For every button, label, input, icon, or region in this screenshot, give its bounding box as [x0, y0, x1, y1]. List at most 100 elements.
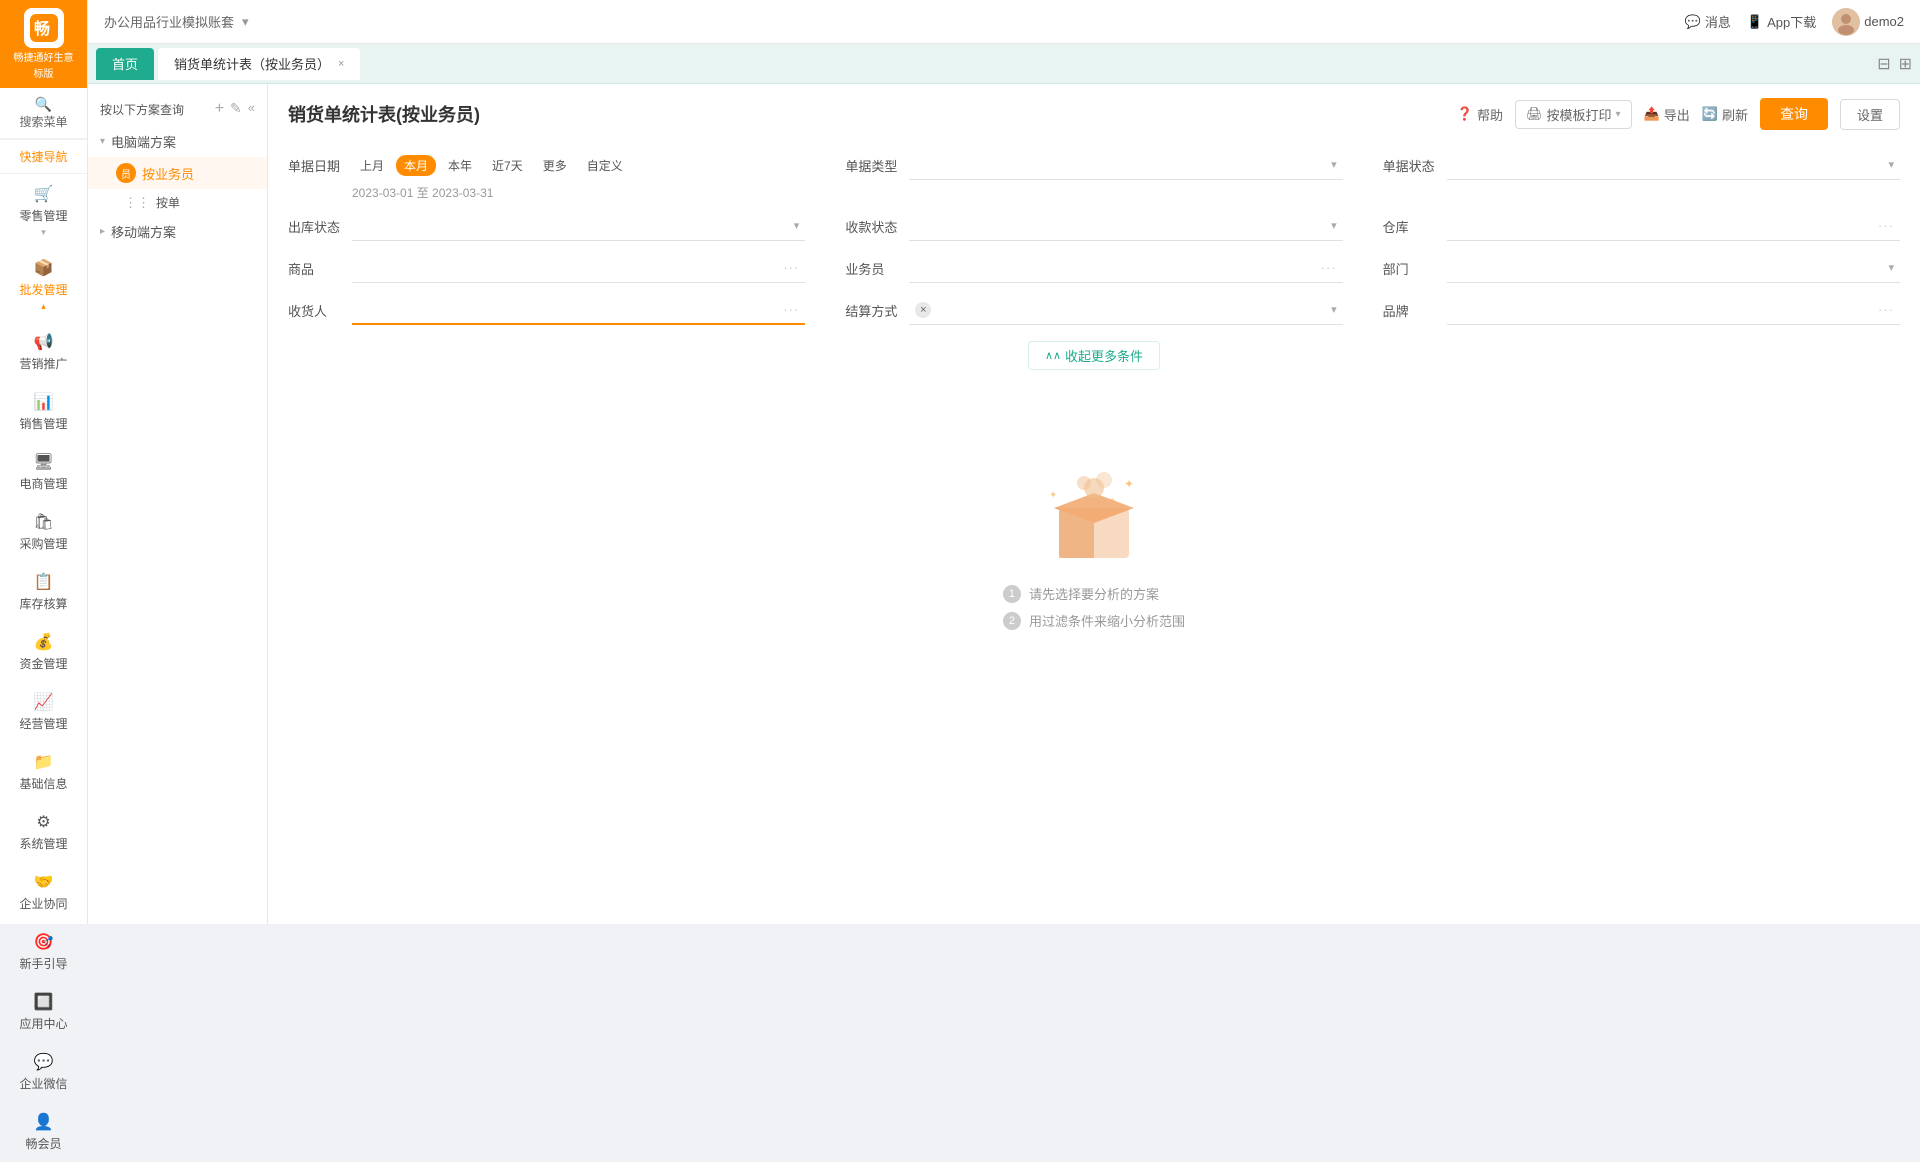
- message-btn[interactable]: 💬 消息: [1685, 12, 1731, 31]
- wechat-icon: 💬: [34, 1052, 54, 1072]
- pay-status-select[interactable]: ▾: [909, 211, 1342, 241]
- active-plan-icon: 员: [116, 163, 136, 183]
- salesman-filter-cell: 业务员 ···: [825, 253, 1362, 283]
- sidebar-item-system[interactable]: ⚙ 系统管理: [0, 802, 87, 862]
- sidebar-item-marketing[interactable]: 📢 营销推广: [0, 322, 87, 382]
- app-name: 畅捷通好生意: [14, 52, 74, 65]
- page-actions: ❓ 帮助 🖨 按模板打印 ▾ 📤 导出 🔄 刷新: [1457, 98, 1900, 130]
- sidebar-item-operation[interactable]: 📈 经营管理: [0, 682, 87, 742]
- date-custom[interactable]: 自定义: [579, 155, 631, 176]
- collapse-row: ∧∧ 收起更多条件: [288, 333, 1900, 378]
- date-this-year[interactable]: 本年: [440, 155, 480, 176]
- edit-plan-btn[interactable]: ✎: [230, 100, 242, 118]
- finance-icon: 💰: [34, 632, 54, 652]
- filter-section: 单据日期 上月 本月 本年 近7天 更多 自定义 单据类型: [268, 140, 1920, 388]
- left-panel: 按以下方案查询 + ✎ « ▾ 电脑端方案 员 按业务员 ⋮⋮: [88, 84, 268, 924]
- date-this-month[interactable]: 本月: [396, 155, 436, 176]
- plan-group-desktop-header[interactable]: ▾ 电脑端方案: [88, 126, 267, 157]
- tab-minimize-icon[interactable]: ⊟: [1877, 54, 1890, 74]
- collapse-panel-btn[interactable]: «: [248, 100, 255, 118]
- tabbar: 首页 销货单统计表（按业务员） × ⊟ ⊞: [88, 44, 1920, 84]
- doc-status-label: 单据状态: [1383, 156, 1439, 175]
- app-subtitle: 标版: [34, 65, 54, 80]
- sidebar-item-sales[interactable]: 📊 销售管理: [0, 382, 87, 442]
- plan-item-by-order[interactable]: ⋮⋮ 按单: [88, 189, 267, 216]
- receiver-input[interactable]: ···: [352, 295, 805, 325]
- goods-select[interactable]: ···: [352, 253, 805, 283]
- receiver-dots: ···: [783, 302, 799, 317]
- sidebar-item-ecommerce[interactable]: 🖥 电商管理: [0, 442, 87, 502]
- goods-dots: ···: [783, 260, 799, 275]
- date-last-7[interactable]: 近7天: [484, 155, 531, 176]
- sidebar-item-purchase[interactable]: 🛍 采购管理: [0, 502, 87, 562]
- quick-nav[interactable]: 快捷导航: [0, 139, 87, 174]
- member-icon: 👤: [34, 1112, 54, 1132]
- sidebar-item-retail[interactable]: 🛒 零售管理 ▾: [0, 174, 87, 248]
- brand-select[interactable]: ···: [1447, 295, 1900, 325]
- sidebar-item-finance[interactable]: 💰 资金管理: [0, 622, 87, 682]
- search-menu[interactable]: 🔍 搜索菜单: [0, 88, 87, 139]
- left-panel-title: 按以下方案查询: [100, 101, 184, 118]
- plan-group-mobile: ▸ 移动端方案: [88, 216, 267, 247]
- plan-group-desktop: ▾ 电脑端方案 员 按业务员 ⋮⋮ 按单: [88, 126, 267, 216]
- salesman-label: 业务员: [845, 259, 901, 278]
- app-logo[interactable]: 畅 畅捷通好生意 标版: [0, 0, 87, 88]
- app-download-btn[interactable]: 📱 App下载: [1747, 12, 1816, 31]
- print-btn[interactable]: 🖨 按模板打印 ▾: [1515, 100, 1632, 129]
- enterprise-icon: 🤝: [34, 872, 54, 892]
- sidebar-item-enterprise[interactable]: 🤝 企业协同: [0, 862, 87, 922]
- breadcrumb-dropdown-icon[interactable]: ▾: [242, 14, 249, 30]
- pay-status-dropdown-icon: ▾: [1331, 219, 1337, 232]
- sidebar-item-wholesale[interactable]: 📦 批发管理 ▴: [0, 248, 87, 322]
- tab-sales-stat[interactable]: 销货单统计表（按业务员） ×: [158, 48, 360, 80]
- add-plan-btn[interactable]: +: [215, 100, 224, 118]
- content-area: 按以下方案查询 + ✎ « ▾ 电脑端方案 员 按业务员 ⋮⋮: [88, 84, 1920, 924]
- tabbar-expand: ⊟ ⊞: [1877, 54, 1912, 74]
- warehouse-select[interactable]: ···: [1447, 211, 1900, 241]
- help-icon: ❓: [1457, 106, 1473, 122]
- sidebar-item-wechat[interactable]: 💬 企业微信: [0, 1042, 87, 1102]
- sidebar-item-appstore[interactable]: 🔲 应用中心: [0, 982, 87, 1042]
- collapse-more-btn[interactable]: ∧∧ 收起更多条件: [1028, 341, 1160, 370]
- appstore-icon: 🔲: [34, 992, 54, 1012]
- export-btn[interactable]: 📤 导出: [1644, 105, 1690, 124]
- date-last-month[interactable]: 上月: [352, 155, 392, 176]
- refresh-btn[interactable]: 🔄 刷新: [1702, 105, 1748, 124]
- ship-status-select[interactable]: ▾: [352, 211, 805, 241]
- plan-item-by-salesman[interactable]: 员 按业务员: [88, 157, 267, 189]
- tab-home[interactable]: 首页: [96, 48, 154, 80]
- settlement-select[interactable]: × ▾: [909, 295, 1342, 325]
- sidebar-item-newbie[interactable]: 🎯 新手引导: [0, 922, 87, 982]
- query-button[interactable]: 查询: [1760, 98, 1828, 130]
- salesman-select[interactable]: ···: [909, 253, 1342, 283]
- dept-select[interactable]: ▾: [1447, 253, 1900, 283]
- warehouse-label: 仓库: [1383, 217, 1439, 236]
- ship-status-filter-cell: 出库状态 ▾: [288, 211, 825, 241]
- dept-label: 部门: [1383, 259, 1439, 278]
- print-dropdown-icon: ▾: [1616, 109, 1621, 120]
- wholesale-icon: 📦: [34, 258, 54, 278]
- receiver-label: 收货人: [288, 301, 344, 320]
- topbar-breadcrumb: 办公用品行业模拟账套 ▾: [104, 12, 249, 31]
- doc-status-select[interactable]: ▾: [1447, 150, 1900, 180]
- sidebar-item-member[interactable]: 👤 畅会员: [0, 1102, 87, 1162]
- doc-type-select[interactable]: ▾: [909, 150, 1342, 180]
- avatar: [1832, 8, 1860, 36]
- settlement-clear-btn[interactable]: ×: [915, 302, 931, 318]
- sidebar-item-basic[interactable]: 📁 基础信息: [0, 742, 87, 802]
- topbar: 办公用品行业模拟账套 ▾ 💬 消息 📱 App下载 demo2: [88, 0, 1920, 44]
- date-more[interactable]: 更多: [535, 155, 575, 176]
- settings-button[interactable]: 设置: [1840, 99, 1900, 130]
- chevron-right-icon: ▸: [100, 226, 105, 237]
- sidebar-item-inventory[interactable]: 📋 库存核算: [0, 562, 87, 622]
- order-icon: ⋮⋮: [124, 195, 150, 211]
- user-profile-btn[interactable]: demo2: [1832, 8, 1904, 36]
- doc-type-dropdown-icon: ▾: [1331, 158, 1337, 171]
- date-options: 上月 本月 本年 近7天 更多 自定义: [352, 155, 805, 176]
- empty-state: ✦ ✦ ✦ 1 请先选择要分析的方案 2 用过滤条件来缩小分析范围: [268, 388, 1920, 710]
- plan-group-mobile-header[interactable]: ▸ 移动端方案: [88, 216, 267, 247]
- basic-icon: 📁: [34, 752, 54, 772]
- help-btn[interactable]: ❓ 帮助: [1457, 105, 1503, 124]
- tab-expand-icon[interactable]: ⊞: [1899, 54, 1912, 74]
- tab-close-icon[interactable]: ×: [338, 58, 344, 70]
